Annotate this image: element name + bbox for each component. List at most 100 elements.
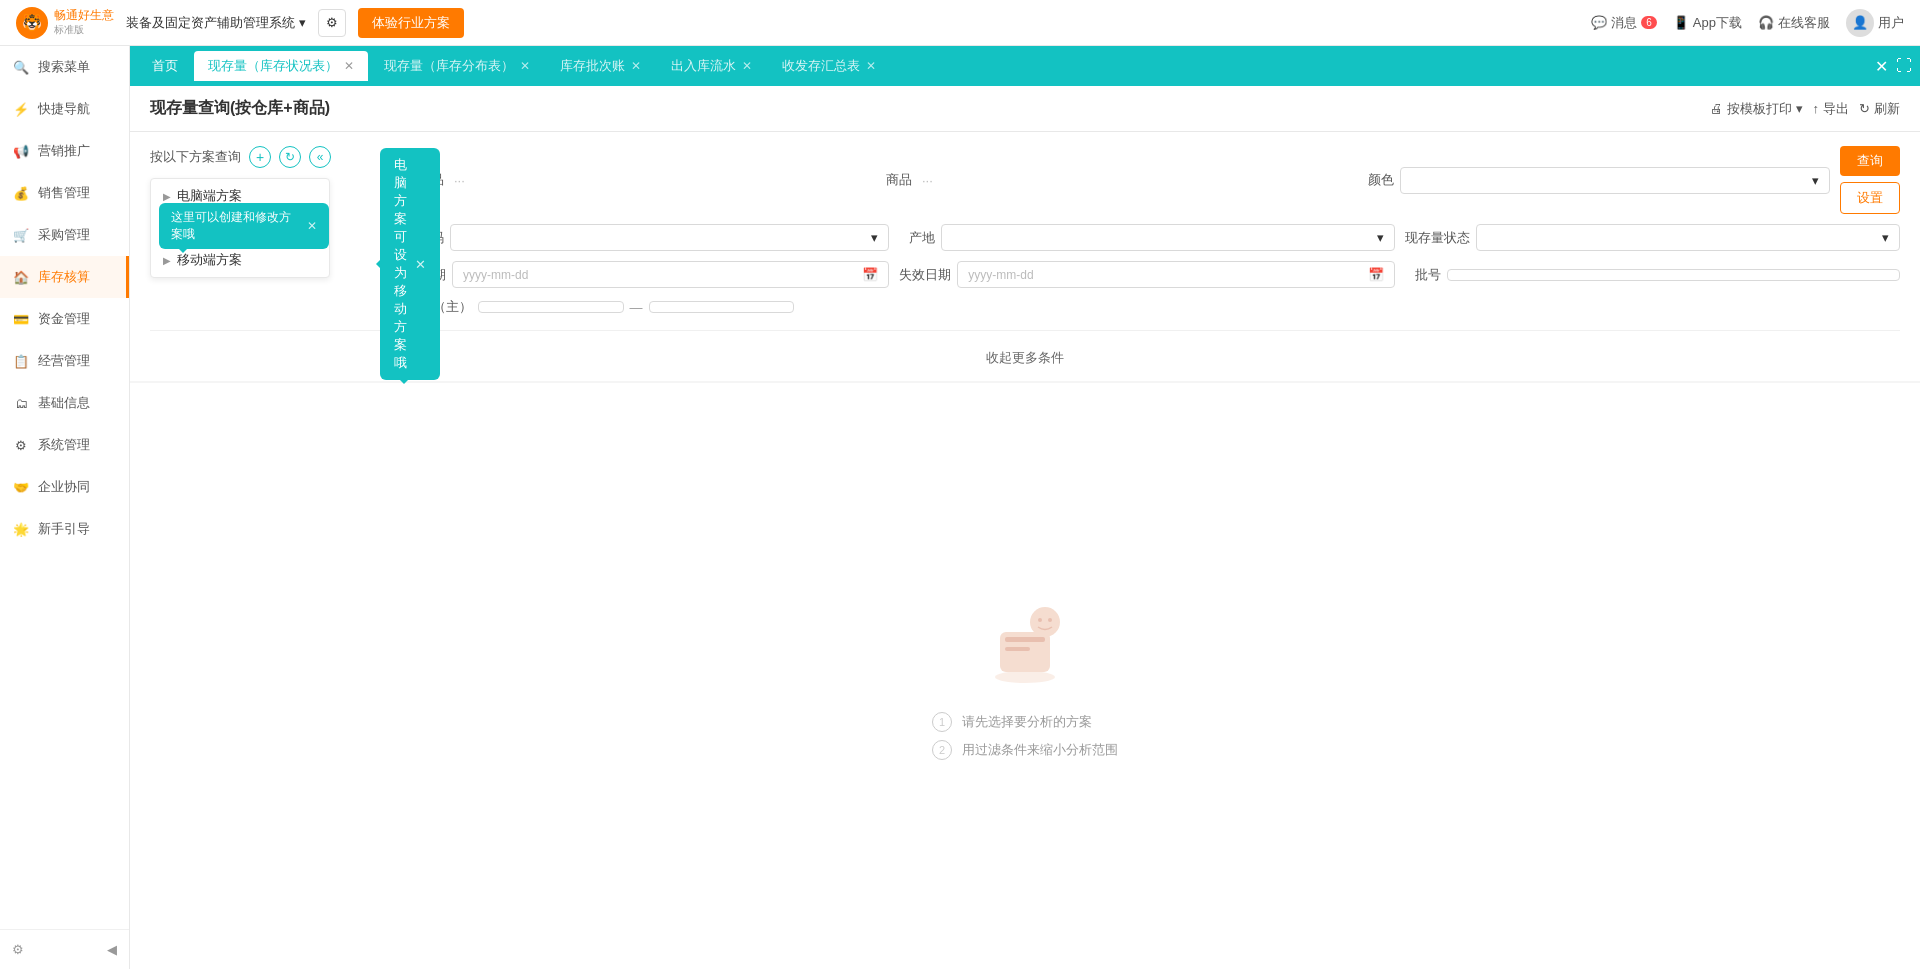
goods-field-label: 商品 — [876, 171, 912, 189]
message-button[interactable]: 💬 消息 6 — [1591, 14, 1657, 32]
online-service-label: 在线客服 — [1778, 14, 1830, 32]
warehouse-dots[interactable]: ··· — [450, 173, 469, 188]
tab-home[interactable]: 首页 — [138, 51, 192, 81]
empty-step-2: 2 用过滤条件来缩小分析范围 — [932, 740, 1118, 760]
sidebar-item-purchase[interactable]: 🛒 采购管理 — [0, 214, 129, 256]
sidebar-label-info: 基础信息 — [38, 394, 90, 412]
sidebar-label-nav: 快捷导航 — [38, 100, 90, 118]
sidebar-label-management: 经营管理 — [38, 352, 90, 370]
produce-date-input[interactable]: yyyy-mm-dd 📅 — [452, 261, 889, 288]
origin-select[interactable]: ▾ — [941, 224, 1394, 251]
set-button[interactable]: 设置 — [1840, 182, 1900, 214]
tab-batch[interactable]: 库存批次账 ✕ — [546, 51, 655, 81]
tooltip-1-close[interactable]: ✕ — [415, 257, 426, 272]
filter-back-button[interactable]: « — [309, 146, 331, 168]
user-button[interactable]: 👤 用户 — [1846, 9, 1904, 37]
search-button[interactable]: 查询 — [1840, 146, 1900, 176]
tab-inout[interactable]: 出入库流水 ✕ — [657, 51, 766, 81]
svg-rect-3 — [1005, 647, 1030, 651]
tab-close-4[interactable]: ✕ — [742, 59, 752, 73]
sidebar-label-system: 系统管理 — [38, 436, 90, 454]
message-badge: 6 — [1641, 16, 1657, 29]
nav-icon: ⚡ — [12, 100, 30, 118]
settings-button[interactable]: ⚙ — [318, 9, 346, 37]
sidebar-item-search[interactable]: 🔍 搜索菜单 — [0, 46, 129, 88]
tab-close-5[interactable]: ✕ — [866, 59, 876, 73]
filter-refresh-button[interactable]: ↻ — [279, 146, 301, 168]
sidebar-item-guide[interactable]: 🌟 新手引导 — [0, 508, 129, 550]
sidebar-item-inventory[interactable]: 🏠 库存核算 — [0, 256, 129, 298]
filter-add-button[interactable]: + — [249, 146, 271, 168]
info-icon: 🗂 — [12, 394, 30, 412]
tab-close-3[interactable]: ✕ — [631, 59, 641, 73]
logo: 🐯 畅通好生意 标准版 — [16, 7, 114, 39]
management-icon: 📋 — [12, 352, 30, 370]
message-icon: 💬 — [1591, 15, 1607, 30]
system-selector[interactable]: 装备及固定资产辅助管理系统 ▾ — [126, 14, 306, 32]
size-select[interactable]: ▾ — [450, 224, 889, 251]
sidebar-label-guide: 新手引导 — [38, 520, 90, 538]
sidebar-item-nav[interactable]: ⚡ 快捷导航 — [0, 88, 129, 130]
refresh-button[interactable]: ↻ 刷新 — [1859, 100, 1900, 118]
tab-label-5: 收发存汇总表 — [782, 57, 860, 75]
calendar-icon-2: 📅 — [1368, 267, 1384, 282]
inventory-icon: 🏠 — [12, 268, 30, 286]
tab-close-1[interactable]: ✕ — [344, 59, 354, 73]
tab-inventory-status[interactable]: 现存量（库存状况表） ✕ — [194, 51, 368, 81]
sidebar-item-marketing[interactable]: 📢 营销推广 — [0, 130, 129, 172]
color-select[interactable]: ▾ — [1400, 167, 1830, 194]
sidebar-label-inventory: 库存核算 — [38, 268, 90, 286]
app-download-button[interactable]: 📱 App下载 — [1673, 14, 1742, 32]
stock-main-to[interactable] — [649, 301, 795, 313]
sidebar-collapse-icon[interactable]: ◀ — [107, 942, 117, 957]
tab-inventory-dist[interactable]: 现存量（库存分布表） ✕ — [370, 51, 544, 81]
tab-close-all-button[interactable]: ✕ — [1875, 57, 1888, 76]
chevron-down-icon: ▾ — [299, 15, 306, 30]
svg-point-0 — [995, 671, 1055, 683]
step-num-1: 1 — [932, 712, 952, 732]
sidebar-label-collab: 企业协同 — [38, 478, 90, 496]
empty-state: 1 请先选择要分析的方案 2 用过滤条件来缩小分析范围 — [130, 383, 1920, 969]
tooltip-2-text: 这里可以创建和修改方案哦 — [171, 209, 299, 243]
step-1-text: 请先选择要分析的方案 — [962, 713, 1092, 731]
print-icon: 🖨 — [1710, 101, 1723, 116]
logo-icon: 🐯 — [16, 7, 48, 39]
avatar: 👤 — [1846, 9, 1874, 37]
user-label: 用户 — [1878, 14, 1904, 32]
batch-input[interactable] — [1447, 269, 1900, 281]
tab-expand-button[interactable]: ⛶ — [1896, 57, 1912, 75]
export-button[interactable]: ↑ 导出 — [1813, 100, 1850, 118]
scheme-tooltip-2: 这里可以创建和修改方案哦 ✕ — [159, 203, 329, 249]
search-icon: 🔍 — [12, 58, 30, 76]
filter-label: 按以下方案查询 — [150, 148, 241, 166]
tab-label-2: 现存量（库存分布表） — [384, 57, 514, 75]
stock-status-select[interactable]: ▾ — [1476, 224, 1900, 251]
sidebar-item-sales[interactable]: 💰 销售管理 — [0, 172, 129, 214]
logo-text-group: 畅通好生意 标准版 — [54, 8, 114, 36]
step-num-2: 2 — [932, 740, 952, 760]
logo-title: 畅通好生意 — [54, 8, 114, 22]
template-print-button[interactable]: 🖨 按模板打印 ▾ — [1710, 100, 1803, 118]
online-service-button[interactable]: 🎧 在线客服 — [1758, 14, 1830, 32]
stock-range-connector: — — [630, 300, 643, 315]
sidebar-settings-icon[interactable]: ⚙ — [12, 942, 24, 957]
tab-close-2[interactable]: ✕ — [520, 59, 530, 73]
sidebar-item-finance[interactable]: 💳 资金管理 — [0, 298, 129, 340]
sidebar-item-management[interactable]: 📋 经营管理 — [0, 340, 129, 382]
stock-main-from[interactable] — [478, 301, 624, 313]
sidebar-label-purchase: 采购管理 — [38, 226, 90, 244]
empty-illustration — [975, 592, 1075, 692]
tooltip-2-close[interactable]: ✕ — [307, 219, 317, 233]
produce-date-placeholder: yyyy-mm-dd — [463, 268, 528, 282]
expire-date-input[interactable]: yyyy-mm-dd 📅 — [957, 261, 1394, 288]
tab-summary[interactable]: 收发存汇总表 ✕ — [768, 51, 890, 81]
app-download-label: App下载 — [1693, 14, 1742, 32]
goods-dots[interactable]: ··· — [918, 173, 937, 188]
empty-step-1: 1 请先选择要分析的方案 — [932, 712, 1118, 732]
sidebar-item-info[interactable]: 🗂 基础信息 — [0, 382, 129, 424]
sidebar-item-system[interactable]: ⚙ 系统管理 — [0, 424, 129, 466]
stock-status-label: 现存量状态 — [1405, 229, 1470, 247]
trial-button[interactable]: 体验行业方案 — [358, 8, 464, 38]
template-print-label: 按模板打印 — [1727, 100, 1792, 118]
sidebar-item-collab[interactable]: 🤝 企业协同 — [0, 466, 129, 508]
